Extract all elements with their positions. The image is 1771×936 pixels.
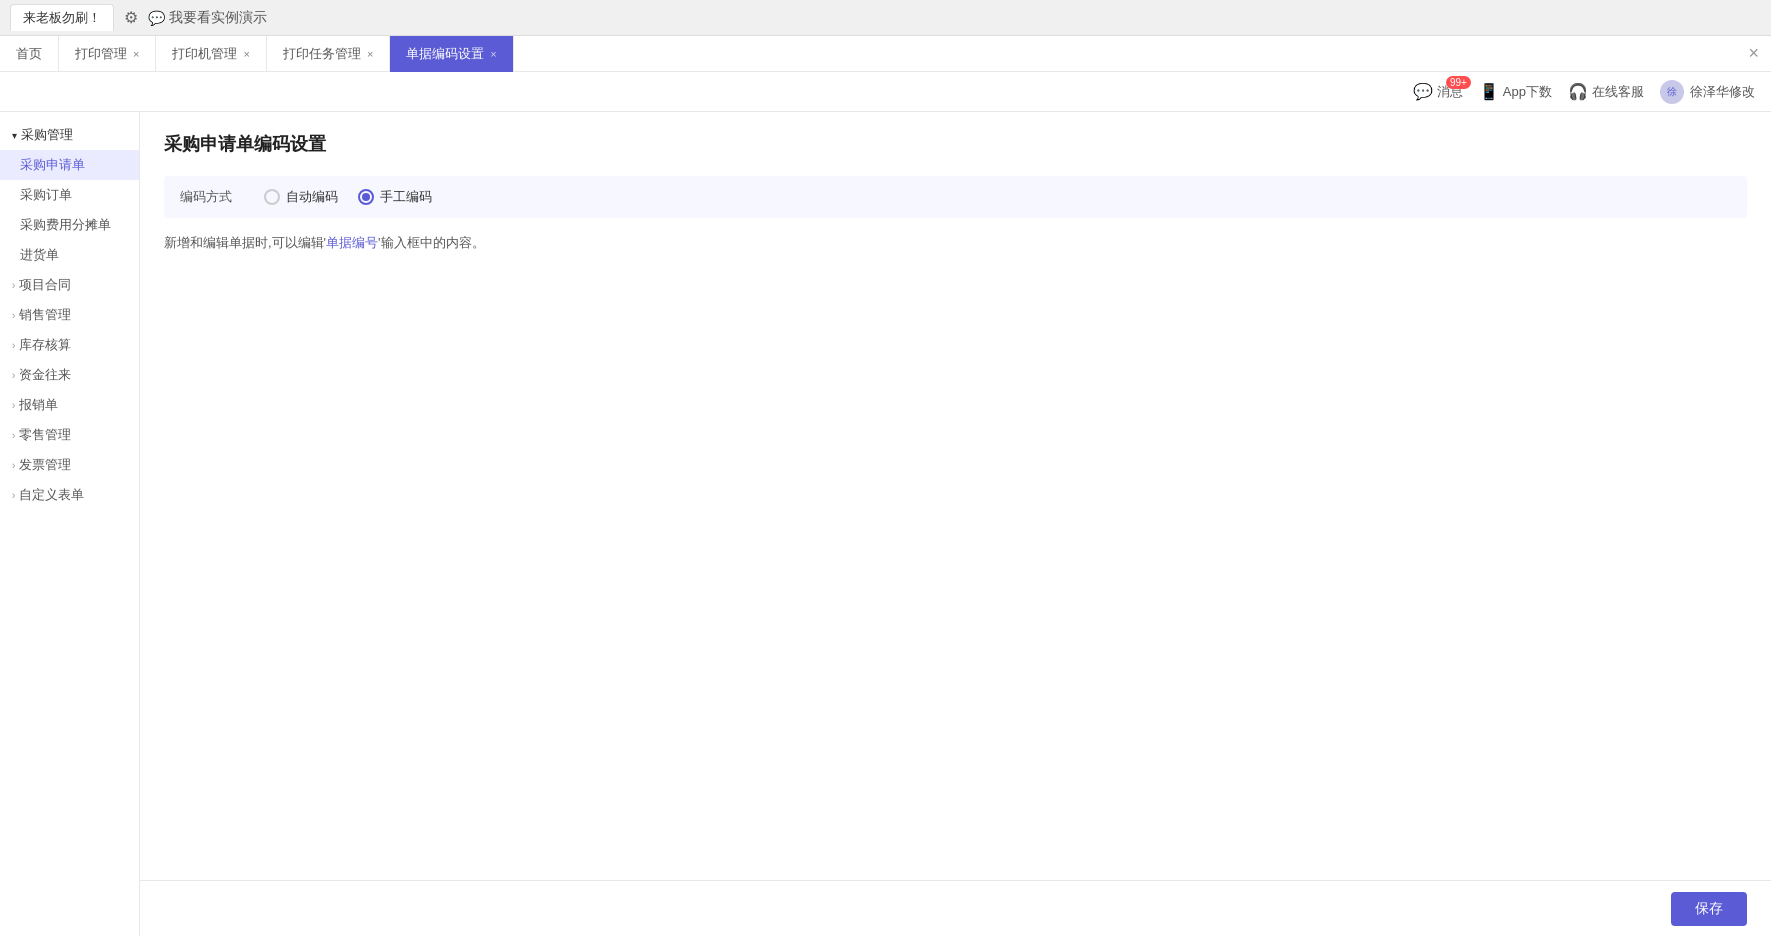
sidebar-item-returns[interactable]: › 报销单 <box>0 390 139 420</box>
avatar: 徐 <box>1660 80 1684 104</box>
manual-encoding-radio[interactable] <box>358 189 374 205</box>
tab-print-mgmt-label: 打印管理 <box>75 45 127 63</box>
sidebar-item-funds[interactable]: › 资金往来 <box>0 360 139 390</box>
auto-encoding-option[interactable]: 自动编码 <box>264 188 338 206</box>
sidebar-group-purchase[interactable]: ▾ 采购管理 <box>0 120 139 150</box>
sidebar-item-retail[interactable]: › 零售管理 <box>0 420 139 450</box>
tab-barcode-settings-close[interactable]: × <box>490 48 496 60</box>
sidebar-item-custom-forms-label: 自定义表单 <box>19 486 84 504</box>
tab-print-task-mgmt[interactable]: 打印任务管理 × <box>267 36 390 72</box>
manual-encoding-label: 手工编码 <box>380 188 432 206</box>
online-support-button[interactable]: 🎧 在线客服 <box>1568 82 1644 101</box>
tab-printer-mgmt-label: 打印机管理 <box>172 45 237 63</box>
sidebar-item-funds-label: 资金往来 <box>19 366 71 384</box>
encoding-label: 编码方式 <box>180 188 232 206</box>
auto-encoding-radio[interactable] <box>264 189 280 205</box>
sidebar-item-project-contract-label: 项目合同 <box>19 276 71 294</box>
sidebar-item-sales-mgmt-label: 销售管理 <box>19 306 71 324</box>
sidebar-item-purchase-order[interactable]: 采购订单 <box>0 180 139 210</box>
tab-print-task-mgmt-close[interactable]: × <box>367 48 373 60</box>
sidebar-item-purchase-order-label: 采购订单 <box>20 187 72 202</box>
chevron-right-icon: › <box>12 400 15 411</box>
tab-barcode-settings-label: 单据编码设置 <box>406 45 484 63</box>
tab-print-mgmt[interactable]: 打印管理 × <box>59 36 156 72</box>
app-download-icon: 📱 <box>1479 82 1499 101</box>
tab-home-label: 首页 <box>16 45 42 63</box>
sidebar-item-invoice[interactable]: › 发票管理 <box>0 450 139 480</box>
online-support-label: 在线客服 <box>1592 83 1644 101</box>
sidebar-item-invoice-label: 发票管理 <box>19 456 71 474</box>
sidebar-group-purchase-label: 采购管理 <box>21 126 73 144</box>
hint-text: 新增和编辑单据时,可以编辑'单据编号'输入框中的内容。 <box>164 234 1747 252</box>
chevron-right-icon: › <box>12 340 15 351</box>
page-title: 采购申请单编码设置 <box>164 132 1747 156</box>
chevron-right-icon: › <box>12 460 15 471</box>
chevron-right-icon: › <box>12 430 15 441</box>
tab-home[interactable]: 首页 <box>0 36 59 72</box>
chevron-right-icon: › <box>12 280 15 291</box>
sidebar-item-purchase-request-label: 采购申请单 <box>20 157 85 172</box>
save-bar: 保存 <box>140 880 1771 936</box>
chevron-right-icon: › <box>12 490 15 501</box>
sidebar: ▾ 采购管理 采购申请单 采购订单 采购费用分摊单 进货单 › 项目合同 › 销… <box>0 112 140 936</box>
sidebar-item-retail-label: 零售管理 <box>19 426 71 444</box>
user-info[interactable]: 徐 徐泽华修改 <box>1660 80 1755 104</box>
encoding-settings-row: 编码方式 自动编码 手工编码 <box>164 176 1747 218</box>
app-download-button[interactable]: 📱 App下数 <box>1479 82 1552 101</box>
message-button[interactable]: 💬 消息 99+ <box>1413 82 1463 101</box>
manual-encoding-option[interactable]: 手工编码 <box>358 188 432 206</box>
browser-tab-label: 来老板勿刷！ <box>23 9 101 27</box>
sidebar-item-purchase-receipt[interactable]: 进货单 <box>0 240 139 270</box>
sidebar-item-inventory-label: 库存核算 <box>19 336 71 354</box>
sidebar-item-sales-mgmt[interactable]: › 销售管理 <box>0 300 139 330</box>
sidebar-item-purchase-request[interactable]: 采购申请单 <box>0 150 139 180</box>
online-support-icon: 🎧 <box>1568 82 1588 101</box>
username-label: 徐泽华修改 <box>1690 83 1755 101</box>
top-nav-right: 💬 消息 99+ 📱 App下数 🎧 在线客服 徐 徐泽华修改 <box>1413 80 1755 104</box>
browser-bar: 来老板勿刷！ ⚙ 💬 我要看实例演示 <box>0 0 1771 36</box>
tab-barcode-settings[interactable]: 单据编码设置 × <box>390 36 513 72</box>
sidebar-item-returns-label: 报销单 <box>19 396 58 414</box>
tab-printer-mgmt[interactable]: 打印机管理 × <box>156 36 266 72</box>
app-tabs-bar: 首页 打印管理 × 打印机管理 × 打印任务管理 × 单据编码设置 × × <box>0 36 1771 72</box>
message-badge: 99+ <box>1446 76 1471 89</box>
content-inner: 采购申请单编码设置 编码方式 自动编码 手工编码 新增和编辑单据时,可 <box>140 112 1771 880</box>
app-download-label: App下数 <box>1503 83 1552 101</box>
message-icon: 💬 <box>1413 82 1433 101</box>
sidebar-item-purchase-expense-label: 采购费用分摊单 <box>20 217 111 232</box>
tab-printer-mgmt-close[interactable]: × <box>243 48 249 60</box>
browser-tab[interactable]: 来老板勿刷！ <box>10 4 114 31</box>
auto-encoding-label: 自动编码 <box>286 188 338 206</box>
sidebar-item-inventory[interactable]: › 库存核算 <box>0 330 139 360</box>
sidebar-item-purchase-expense[interactable]: 采购费用分摊单 <box>0 210 139 240</box>
close-all-tabs-button[interactable]: × <box>1736 43 1771 64</box>
top-nav: 💬 消息 99+ 📱 App下数 🎧 在线客服 徐 徐泽华修改 <box>0 72 1771 112</box>
tab-print-task-mgmt-label: 打印任务管理 <box>283 45 361 63</box>
chevron-right-icon: › <box>12 310 15 321</box>
content-area: 采购申请单编码设置 编码方式 自动编码 手工编码 新增和编辑单据时,可 <box>140 112 1771 936</box>
save-button[interactable]: 保存 <box>1671 892 1747 926</box>
chevron-down-icon: ▾ <box>12 130 17 141</box>
tab-print-mgmt-close[interactable]: × <box>133 48 139 60</box>
sidebar-item-purchase-receipt-label: 进货单 <box>20 247 59 262</box>
browser-demo-link[interactable]: 💬 我要看实例演示 <box>148 9 267 27</box>
main-layout: ▾ 采购管理 采购申请单 采购订单 采购费用分摊单 进货单 › 项目合同 › 销… <box>0 112 1771 936</box>
sidebar-item-project-contract[interactable]: › 项目合同 <box>0 270 139 300</box>
chevron-right-icon: › <box>12 370 15 381</box>
hint-highlight: 单据编号 <box>326 235 378 250</box>
browser-settings-icon[interactable]: ⚙ <box>124 8 138 27</box>
sidebar-item-custom-forms[interactable]: › 自定义表单 <box>0 480 139 510</box>
encoding-radio-group: 自动编码 手工编码 <box>264 188 432 206</box>
